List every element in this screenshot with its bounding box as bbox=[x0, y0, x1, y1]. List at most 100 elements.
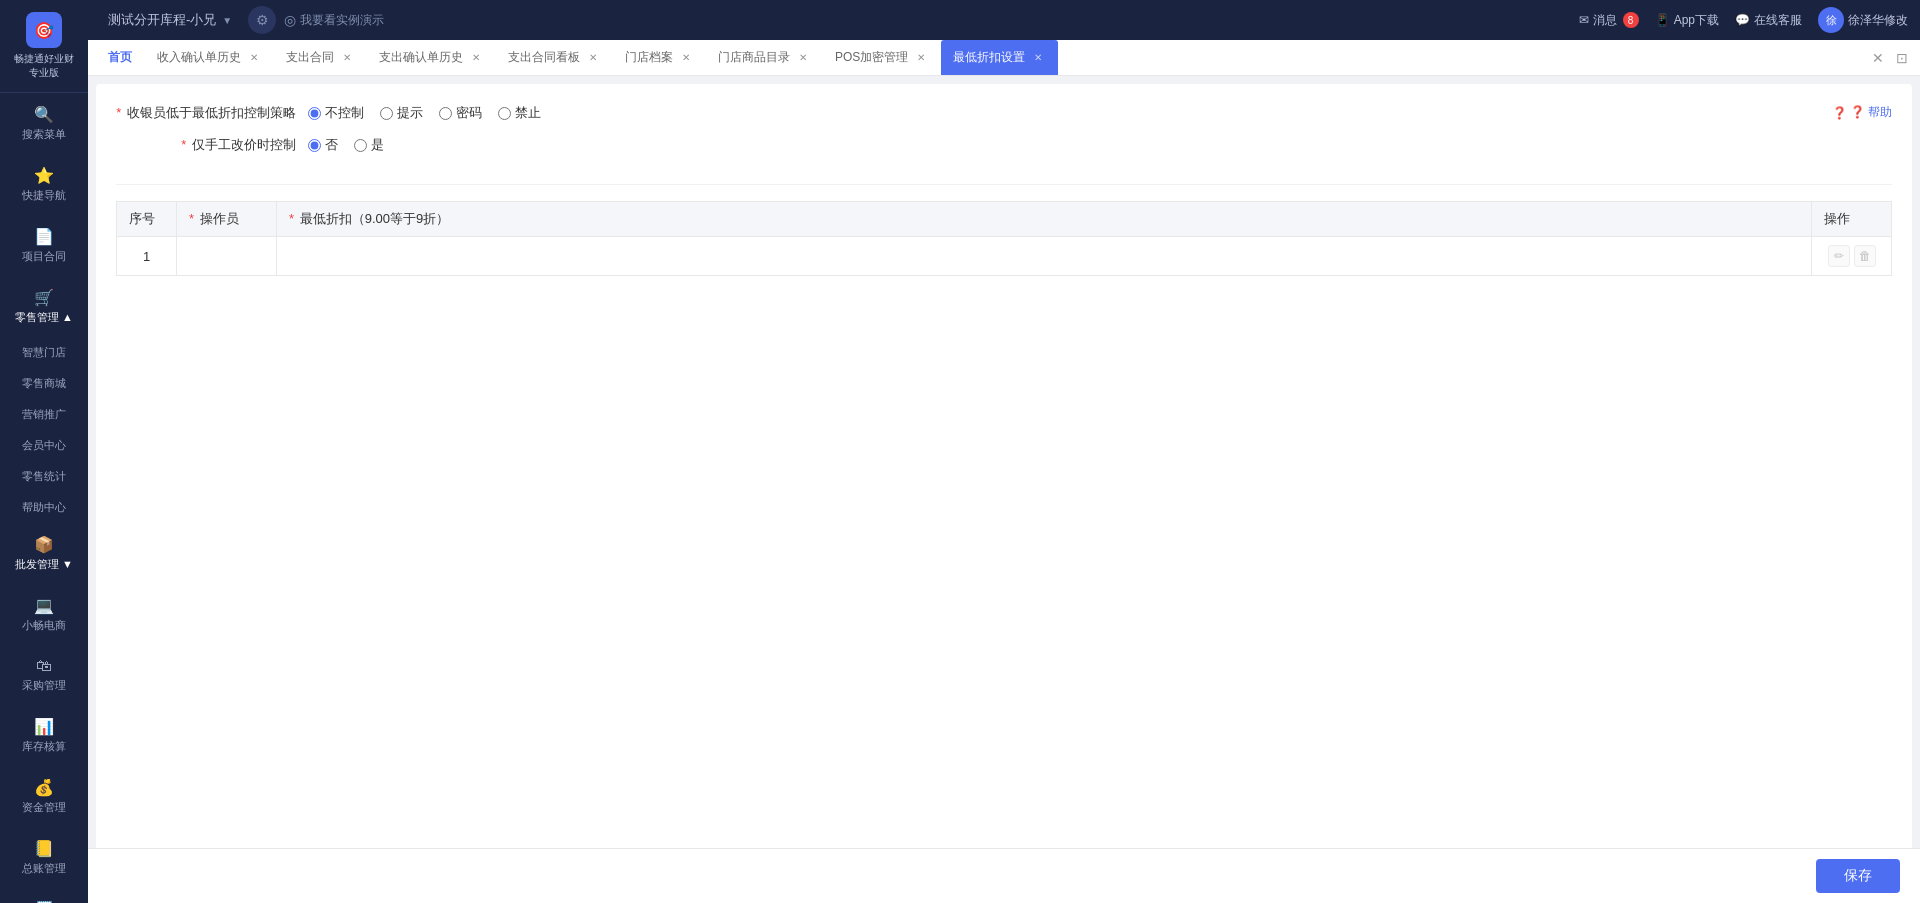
sidebar-item-label: 零售统计 bbox=[22, 469, 66, 484]
tab-close-icon[interactable]: ✕ bbox=[247, 51, 261, 65]
sidebar-item-wholesale[interactable]: 📦 批发管理 ▼ bbox=[0, 523, 88, 584]
help-label: ❓ 帮助 bbox=[1850, 104, 1892, 121]
sidebar-item-label: 采购管理 bbox=[22, 678, 66, 693]
sidebar-item-smart-store[interactable]: 智慧门店 bbox=[0, 337, 88, 368]
sidebar-item-retail[interactable]: 🛒 零售管理 ▲ bbox=[0, 276, 88, 337]
project-name: 测试分开库程-小兄 bbox=[108, 11, 216, 29]
sidebar-item-label: 快捷导航 bbox=[22, 188, 66, 203]
table-wrapper: 序号 * 操作员 * 最低折扣（9.00等于9折） 操作 bbox=[116, 201, 1892, 276]
sidebar-item-help[interactable]: 帮助中心 bbox=[0, 492, 88, 523]
cell-operator bbox=[177, 237, 277, 276]
logo-icon: 🎯 bbox=[26, 12, 62, 48]
sidebar-item-label: 营销推广 bbox=[22, 407, 66, 422]
star-icon: ⭐ bbox=[34, 166, 54, 185]
tab-income-confirm[interactable]: 收入确认单历史 ✕ bbox=[145, 40, 274, 76]
sidebar-item-label: 帮助中心 bbox=[22, 500, 66, 515]
box-icon: 📦 bbox=[34, 535, 54, 554]
tab-home[interactable]: 首页 bbox=[96, 40, 145, 76]
table-row: 1 ✏ 🗑 bbox=[117, 237, 1892, 276]
sidebar-item-label: 零售管理 ▲ bbox=[15, 310, 73, 325]
tab-min-discount[interactable]: 最低折扣设置 ✕ bbox=[941, 40, 1058, 76]
project-selector[interactable]: 测试分开库程-小兄 ▼ bbox=[100, 7, 240, 33]
user-profile-button[interactable]: 徐 徐泽华修改 bbox=[1818, 7, 1908, 33]
help-link[interactable]: ❓ ❓ 帮助 bbox=[1832, 104, 1892, 121]
sidebar-item-member[interactable]: 会员中心 bbox=[0, 430, 88, 461]
th-actions: 操作 bbox=[1812, 202, 1892, 237]
sidebar-item-contract[interactable]: 📄 项目合同 bbox=[0, 215, 88, 276]
sidebar-item-online-store[interactable]: 零售商城 bbox=[0, 368, 88, 399]
th-seq: 序号 bbox=[117, 202, 177, 237]
sidebar-item-label: 零售商城 bbox=[22, 376, 66, 391]
sidebar-item-label: 小畅电商 bbox=[22, 618, 66, 633]
save-button[interactable]: 保存 bbox=[1816, 859, 1900, 893]
edit-button[interactable]: ✏ bbox=[1828, 245, 1850, 267]
tab-label: 最低折扣设置 bbox=[953, 49, 1025, 66]
cart-icon: 🛒 bbox=[34, 288, 54, 307]
tab-close-icon[interactable]: ✕ bbox=[586, 51, 600, 65]
download-icon: 📱 bbox=[1655, 13, 1670, 27]
tab-close-icon[interactable]: ✕ bbox=[796, 51, 810, 65]
tab-pos-password[interactable]: POS加密管理 ✕ bbox=[823, 40, 941, 76]
strategy-radio-group: 不控制 提示 密码 禁止 bbox=[308, 104, 541, 122]
sidebar-item-search[interactable]: 🔍 搜索菜单 bbox=[0, 93, 88, 154]
form-row-strategy: * 收银员低于最低折扣控制策略 不控制 提示 bbox=[116, 104, 1892, 122]
message-badge: 8 bbox=[1623, 12, 1639, 28]
demo-link[interactable]: ◎ 我要看实例演示 bbox=[284, 12, 384, 29]
tab-label: 支出确认单历史 bbox=[379, 49, 463, 66]
cell-seq: 1 bbox=[117, 237, 177, 276]
tab-label: 门店商品目录 bbox=[718, 49, 790, 66]
discount-table: 序号 * 操作员 * 最低折扣（9.00等于9折） 操作 bbox=[116, 201, 1892, 276]
sidebar-item-ecommerce[interactable]: 💻 小畅电商 bbox=[0, 584, 88, 645]
customer-service-button[interactable]: 💬 在线客服 bbox=[1735, 12, 1802, 29]
sidebar-item-marketing[interactable]: 营销推广 bbox=[0, 399, 88, 430]
tab-store-archive[interactable]: 门店档案 ✕ bbox=[613, 40, 706, 76]
delete-button[interactable]: 🗑 bbox=[1854, 245, 1876, 267]
bag-icon: 🛍 bbox=[36, 657, 52, 675]
app-download-label: App下载 bbox=[1674, 12, 1719, 29]
book-icon: 📒 bbox=[34, 839, 54, 858]
table-header-row: 序号 * 操作员 * 最低折扣（9.00等于9折） 操作 bbox=[117, 202, 1892, 237]
sidebar-item-label: 总账管理 bbox=[22, 861, 66, 876]
tab-payment-contract[interactable]: 支出合同 ✕ bbox=[274, 40, 367, 76]
maximize-tab-button[interactable]: ⊡ bbox=[1892, 46, 1912, 70]
tab-store-products[interactable]: 门店商品目录 ✕ bbox=[706, 40, 823, 76]
sidebar-item-retail-stats[interactable]: 零售统计 bbox=[0, 461, 88, 492]
tab-payment-board[interactable]: 支出合同看板 ✕ bbox=[496, 40, 613, 76]
radio-password[interactable]: 密码 bbox=[439, 104, 482, 122]
sidebar-item-finance[interactable]: 💰 资金管理 bbox=[0, 766, 88, 827]
radio-remind[interactable]: 提示 bbox=[380, 104, 423, 122]
tab-close-icon[interactable]: ✕ bbox=[1031, 51, 1045, 65]
logo-text: 畅捷通好业财 专业版 bbox=[14, 52, 74, 80]
sidebar-item-label: 批发管理 ▼ bbox=[15, 557, 73, 572]
tab-close-icon[interactable]: ✕ bbox=[469, 51, 483, 65]
sidebar-item-label: 项目合同 bbox=[22, 249, 66, 264]
sidebar-item-nav[interactable]: ⭐ 快捷导航 bbox=[0, 154, 88, 215]
message-button[interactable]: ✉ 消息 8 bbox=[1579, 12, 1639, 29]
topbar: 测试分开库程-小兄 ▼ ⚙ ◎ 我要看实例演示 ✉ 消息 8 📱 App下载 bbox=[88, 0, 1920, 40]
sidebar-item-purchase[interactable]: 🛍 采购管理 bbox=[0, 645, 88, 705]
question-icon: ❓ bbox=[1832, 106, 1847, 120]
computer-icon: 💻 bbox=[34, 596, 54, 615]
sidebar-item-invoice[interactable]: 🧾 发票管理 bbox=[0, 888, 88, 903]
gear-icon: ⚙ bbox=[256, 12, 269, 28]
tab-close-icon[interactable]: ✕ bbox=[679, 51, 693, 65]
tab-payment-confirm[interactable]: 支出确认单历史 ✕ bbox=[367, 40, 496, 76]
topbar-settings-button[interactable]: ⚙ bbox=[248, 6, 276, 34]
th-discount: * 最低折扣（9.00等于9折） bbox=[277, 202, 1812, 237]
customer-service-label: 在线客服 bbox=[1754, 12, 1802, 29]
tab-label: 支出合同看板 bbox=[508, 49, 580, 66]
radio-no[interactable]: 否 bbox=[308, 136, 338, 154]
tab-close-icon[interactable]: ✕ bbox=[914, 51, 928, 65]
sidebar-item-ledger[interactable]: 📒 总账管理 bbox=[0, 827, 88, 888]
radio-yes[interactable]: 是 bbox=[354, 136, 384, 154]
close-tab-button[interactable]: ✕ bbox=[1868, 46, 1888, 70]
tab-close-icon[interactable]: ✕ bbox=[340, 51, 354, 65]
radio-no-control[interactable]: 不控制 bbox=[308, 104, 364, 122]
form-row-manual: * 仅手工改价时控制 否 是 bbox=[116, 136, 1892, 154]
radio-forbidden[interactable]: 禁止 bbox=[498, 104, 541, 122]
avatar: 徐 bbox=[1818, 7, 1844, 33]
app-download-button[interactable]: 📱 App下载 bbox=[1655, 12, 1719, 29]
sidebar-item-label: 资金管理 bbox=[22, 800, 66, 815]
app-logo: 🎯 畅捷通好业财 专业版 bbox=[0, 0, 88, 93]
sidebar-item-inventory[interactable]: 📊 库存核算 bbox=[0, 705, 88, 766]
